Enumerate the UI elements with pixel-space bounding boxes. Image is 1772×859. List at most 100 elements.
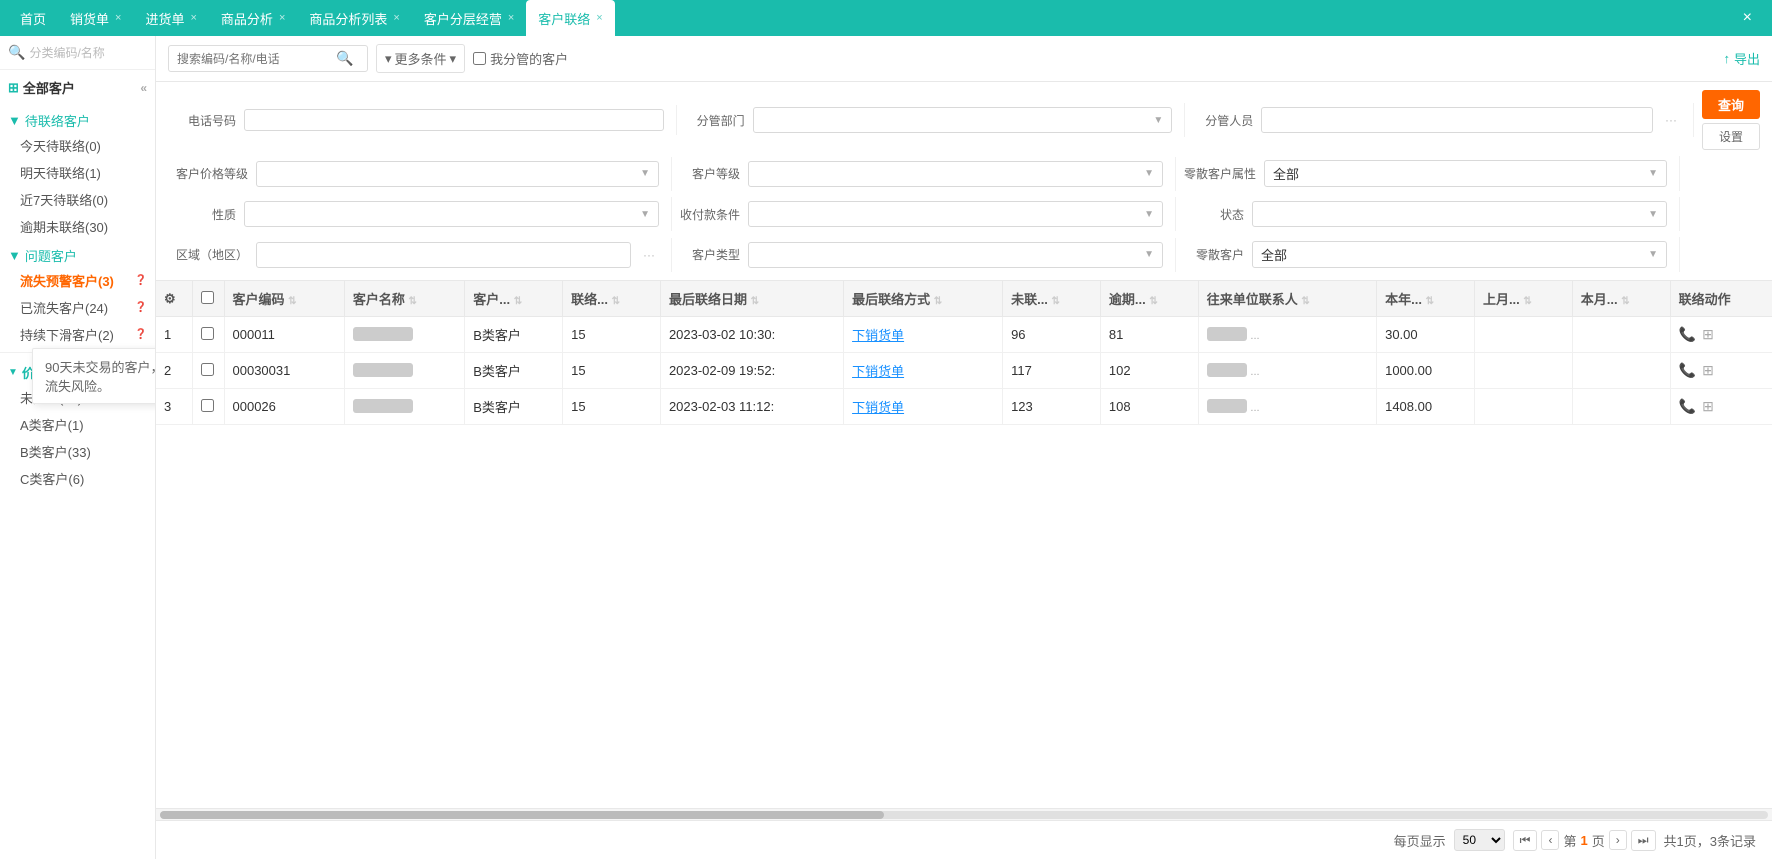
sidebar-item-c-class[interactable]: C类客户(6) xyxy=(0,465,155,492)
sidebar-section-problem[interactable]: ▼ 问题客户 xyxy=(0,240,155,267)
nav-analysis-list-close[interactable]: × xyxy=(393,12,399,24)
col-name-sort-icon[interactable]: ⇅ xyxy=(409,296,417,307)
export-button[interactable]: ↑ 导出 xyxy=(1723,49,1760,68)
filter-retail-customer-select[interactable]: 全部 ▼ xyxy=(1252,241,1667,268)
sidebar-section-pending[interactable]: ▼ 待联络客户 xyxy=(0,105,155,132)
sidebar-item-a-class[interactable]: A类客户(1) xyxy=(0,411,155,438)
nav-sales-close[interactable]: × xyxy=(115,12,121,24)
nav-item-customer-layer[interactable]: 客户分层经营 × xyxy=(412,0,526,36)
col-customer-type[interactable]: 客户... ⇅ xyxy=(465,281,563,317)
sidebar-collapse-icon[interactable]: « xyxy=(140,81,147,95)
col-contact-count[interactable]: 联络... ⇅ xyxy=(563,281,661,317)
more-action-icon[interactable]: ⊞ xyxy=(1702,362,1714,379)
nav-customer-contact-close[interactable]: × xyxy=(596,12,602,24)
close-all-button[interactable]: × xyxy=(1731,9,1764,27)
filter-manager-select[interactable] xyxy=(1261,107,1653,133)
filter-region-select[interactable] xyxy=(256,242,631,268)
settings-button[interactable]: 设置 xyxy=(1702,123,1760,150)
my-customers-checkbox[interactable] xyxy=(473,52,486,65)
all-customers-label[interactable]: 全部客户 xyxy=(23,78,75,97)
col-contact-sort-icon[interactable]: ⇅ xyxy=(612,296,620,307)
col-settings[interactable]: ⚙ xyxy=(156,281,192,317)
nav-item-customer-contact[interactable]: 客户联络 × xyxy=(526,0,614,36)
sidebar-item-b-class[interactable]: B类客户(33) xyxy=(0,438,155,465)
nav-item-analysis[interactable]: 商品分析 × xyxy=(209,0,297,36)
sidebar-item-overdue[interactable]: 逾期未联络(30) xyxy=(0,213,155,240)
sidebar-search-input[interactable] xyxy=(29,46,147,60)
col-overdue-sort-icon[interactable]: ⇅ xyxy=(1149,296,1157,307)
nav-customer-layer-close[interactable]: × xyxy=(508,12,514,24)
col-contact-person-sort-icon[interactable]: ⇅ xyxy=(1301,296,1309,307)
col-this-month[interactable]: 本月... ⇅ xyxy=(1572,281,1670,317)
sidebar-item-churn-warning[interactable]: 流失预警客户(3) ❓ xyxy=(0,267,155,294)
col-overdue[interactable]: 逾期... ⇅ xyxy=(1100,281,1198,317)
scroll-thumb[interactable] xyxy=(160,811,884,819)
filter-retail-attr-select[interactable]: 全部 ▼ xyxy=(1264,160,1667,187)
last-page-button[interactable]: ⏭ xyxy=(1631,830,1656,851)
per-page-select[interactable]: 50 100 xyxy=(1454,829,1505,851)
col-contact-person[interactable]: 往来单位联系人 ⇅ xyxy=(1198,281,1376,317)
col-last-month[interactable]: 上月... ⇅ xyxy=(1474,281,1572,317)
sidebar-item-declining[interactable]: 持续下滑客户(2) ❓ xyxy=(0,321,155,348)
filter-nature-select[interactable]: ▼ xyxy=(244,201,659,227)
col-this-year[interactable]: 本年... ⇅ xyxy=(1377,281,1475,317)
prev-page-button[interactable]: ‹ xyxy=(1541,830,1559,850)
row-checkbox[interactable] xyxy=(201,399,214,412)
col-uncontact-days[interactable]: 未联... ⇅ xyxy=(1003,281,1101,317)
nav-analysis-close[interactable]: × xyxy=(279,12,285,24)
col-last-date-sort-icon[interactable]: ⇅ xyxy=(751,296,759,307)
more-filters-button[interactable]: ▾ 更多条件 ▾ xyxy=(376,44,465,73)
filter-phone-input[interactable] xyxy=(244,109,664,131)
col-type-sort-icon[interactable]: ⇅ xyxy=(514,296,522,307)
nav-item-sales[interactable]: 销货单 × xyxy=(58,0,133,36)
nav-item-analysis-list[interactable]: 商品分析列表 × xyxy=(297,0,411,36)
nav-home[interactable]: 首页 xyxy=(8,9,58,28)
col-last-month-sort-icon[interactable]: ⇅ xyxy=(1523,296,1531,307)
col-uncontact-sort-icon[interactable]: ⇅ xyxy=(1052,296,1060,307)
more-action-icon[interactable]: ⊞ xyxy=(1702,398,1714,415)
filter-customer-level-select[interactable]: ▼ xyxy=(748,161,1163,187)
call-icon[interactable]: 📞 xyxy=(1679,362,1696,379)
col-checkbox[interactable] xyxy=(192,281,224,317)
call-icon[interactable]: 📞 xyxy=(1679,398,1696,415)
col-last-method-sort-icon[interactable]: ⇅ xyxy=(934,296,942,307)
col-this-month-sort-icon[interactable]: ⇅ xyxy=(1621,296,1629,307)
horizontal-scrollbar[interactable] xyxy=(156,808,1772,820)
filter-dept-select[interactable]: ▼ xyxy=(753,107,1173,133)
filter-status-select[interactable]: ▼ xyxy=(1252,201,1667,227)
row-checkbox[interactable] xyxy=(201,327,214,340)
sidebar-item-7days[interactable]: 近7天待联络(0) xyxy=(0,186,155,213)
col-code[interactable]: 客户编码 ⇅ xyxy=(224,281,344,317)
cell-checkbox[interactable] xyxy=(192,389,224,425)
select-all-checkbox[interactable] xyxy=(201,291,214,304)
col-this-year-sort-icon[interactable]: ⇅ xyxy=(1426,296,1434,307)
query-button[interactable]: 查询 xyxy=(1702,90,1760,119)
cell-checkbox[interactable] xyxy=(192,353,224,389)
col-code-sort-icon[interactable]: ⇅ xyxy=(288,296,296,307)
my-customers-checkbox-label[interactable]: 我分管的客户 xyxy=(473,49,568,68)
filter-price-level-select[interactable]: ▼ xyxy=(256,161,659,187)
nav-purchase-close[interactable]: × xyxy=(190,12,196,24)
col-name[interactable]: 客户名称 ⇅ xyxy=(344,281,464,317)
nav-item-purchase[interactable]: 进货单 × xyxy=(133,0,208,36)
next-page-button[interactable]: › xyxy=(1609,830,1627,850)
search-input[interactable] xyxy=(177,52,332,66)
last-method-link[interactable]: 下销货单 xyxy=(852,328,904,343)
row-checkbox[interactable] xyxy=(201,363,214,376)
sidebar-item-churned[interactable]: 已流失客户(24) ❓ xyxy=(0,294,155,321)
col-last-date[interactable]: 最后联络日期 ⇅ xyxy=(660,281,843,317)
last-method-link[interactable]: 下销货单 xyxy=(852,400,904,415)
sidebar-item-today[interactable]: 今天待联络(0) xyxy=(0,132,155,159)
call-icon[interactable]: 📞 xyxy=(1679,326,1696,343)
filter-payment-select[interactable]: ▼ xyxy=(748,201,1163,227)
region-dots[interactable]: ··· xyxy=(639,248,659,262)
search-button[interactable]: 🔍 xyxy=(336,50,353,67)
first-page-button[interactable]: ⏮ xyxy=(1513,830,1538,851)
sidebar-item-tomorrow[interactable]: 明天待联络(1) xyxy=(0,159,155,186)
more-action-icon[interactable]: ⊞ xyxy=(1702,326,1714,343)
filter-customer-type-select[interactable]: ▼ xyxy=(748,242,1163,268)
col-last-method[interactable]: 最后联络方式 ⇅ xyxy=(844,281,1003,317)
manager-dots[interactable]: ··· xyxy=(1661,113,1681,127)
cell-checkbox[interactable] xyxy=(192,317,224,353)
last-method-link[interactable]: 下销货单 xyxy=(852,364,904,379)
